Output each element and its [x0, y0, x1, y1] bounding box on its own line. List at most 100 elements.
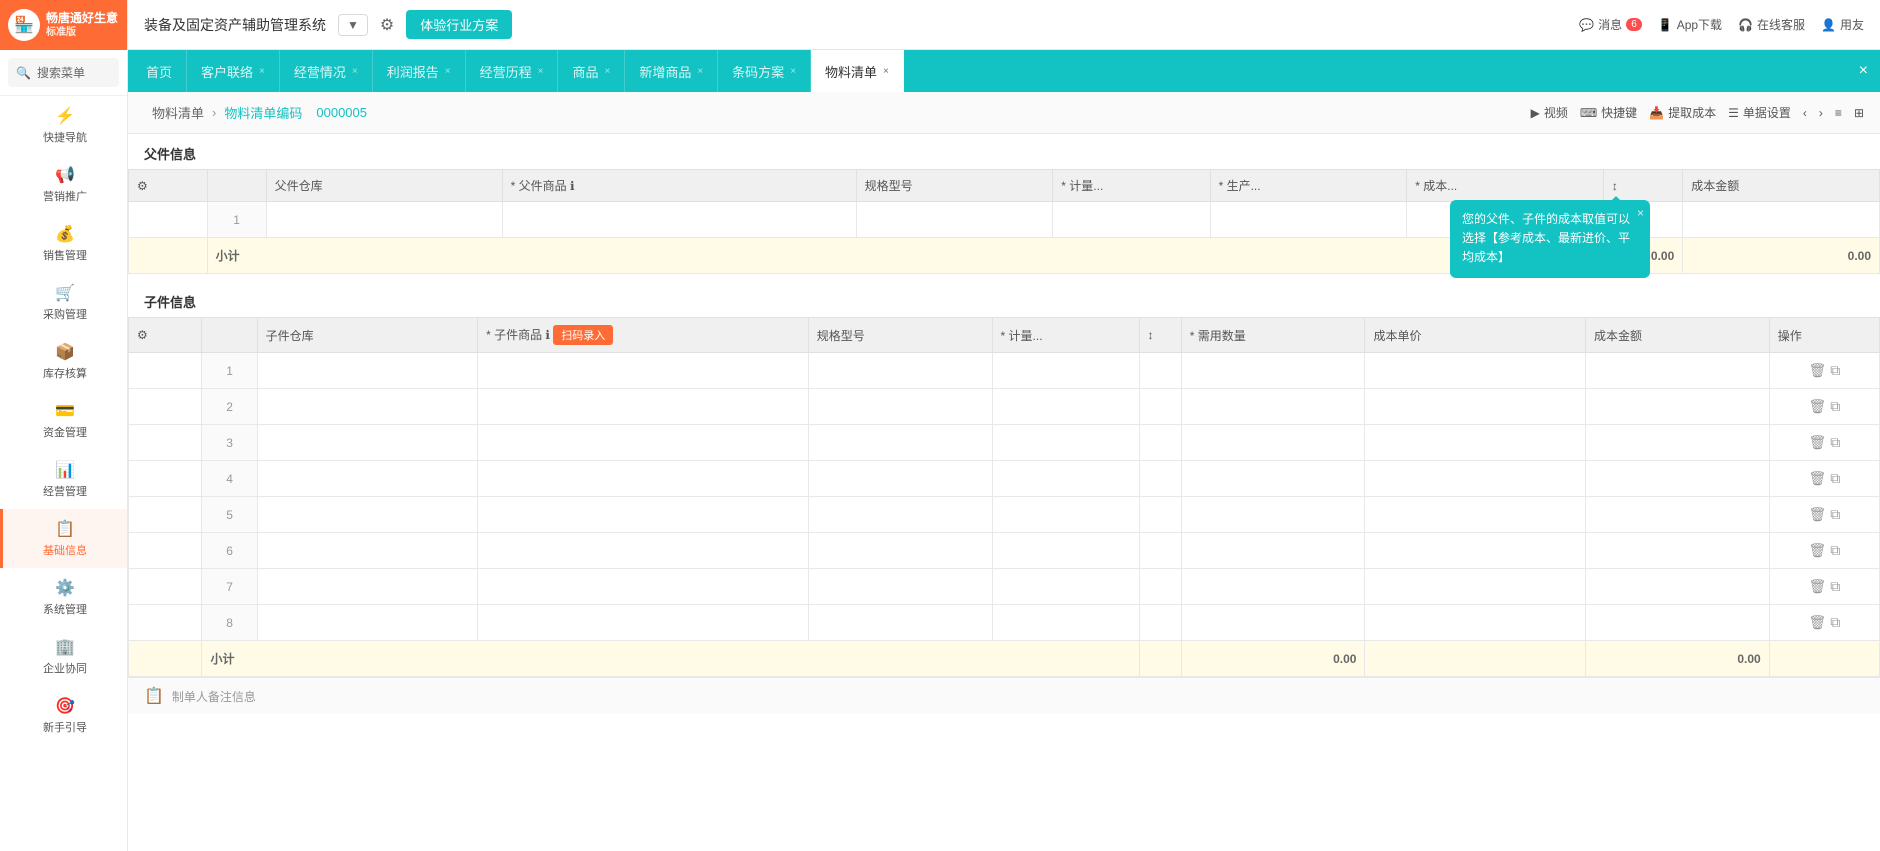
child-row-unit-6[interactable]: [992, 533, 1139, 569]
sidebar-item-inventory[interactable]: 📦库存核算: [0, 332, 127, 391]
child-row-unit-4[interactable]: [992, 461, 1139, 497]
sidebar-item-sales[interactable]: 💰销售管理: [0, 214, 127, 273]
delete-icon-8[interactable]: 🗑: [1808, 614, 1826, 631]
delete-icon-1[interactable]: 🗑: [1808, 362, 1826, 379]
copy-icon-7[interactable]: ⧉: [1830, 578, 1840, 595]
trial-button[interactable]: 体验行业方案: [406, 10, 512, 39]
nav-tab-profit[interactable]: 利润报告×: [373, 50, 466, 92]
copy-icon-6[interactable]: ⧉: [1830, 542, 1840, 559]
nav-tab-customer[interactable]: 客户联络×: [187, 50, 280, 92]
sidebar-search[interactable]: 🔍 搜索菜单: [0, 50, 127, 96]
parent-row-product[interactable]: [502, 202, 856, 238]
child-row-warehouse-1[interactable]: [257, 353, 477, 389]
child-row-qty-4[interactable]: [1181, 461, 1365, 497]
parent-row-produce[interactable]: [1210, 202, 1407, 238]
child-row-qty-6[interactable]: [1181, 533, 1365, 569]
delete-icon-5[interactable]: 🗑: [1808, 506, 1826, 523]
close-tab-customer[interactable]: ×: [259, 66, 265, 77]
delete-icon-3[interactable]: 🗑: [1808, 434, 1826, 451]
child-row-spec-3[interactable]: [808, 425, 992, 461]
child-row-unitcost-4[interactable]: [1365, 461, 1585, 497]
sidebar-item-finance[interactable]: 💳资金管理: [0, 391, 127, 450]
child-row-qty-3[interactable]: [1181, 425, 1365, 461]
nav-tab-bom[interactable]: 物料清单×: [811, 50, 904, 92]
nav-tab-operations[interactable]: 经营情况×: [280, 50, 373, 92]
child-row-spec-8[interactable]: [808, 605, 992, 641]
child-row-unit-3[interactable]: [992, 425, 1139, 461]
breadcrumb-bom-code[interactable]: 物料清单编码: [216, 100, 310, 125]
bottom-label[interactable]: 制单人备注信息: [172, 688, 256, 705]
child-row-product-5[interactable]: [478, 497, 809, 533]
delete-icon-7[interactable]: 🗑: [1808, 578, 1826, 595]
child-row-unitcost-1[interactable]: [1365, 353, 1585, 389]
child-row-product-2[interactable]: [478, 389, 809, 425]
menu-button[interactable]: ≡: [1835, 106, 1842, 120]
close-tab-operations[interactable]: ×: [352, 66, 358, 77]
sidebar-item-marketing[interactable]: 📢营销推广: [0, 155, 127, 214]
parent-row-warehouse[interactable]: [266, 202, 502, 238]
child-row-warehouse-8[interactable]: [257, 605, 477, 641]
shortcut-button[interactable]: ⌨ 快捷键: [1580, 104, 1637, 121]
nav-next-button[interactable]: ›: [1819, 106, 1823, 120]
nav-tab-history[interactable]: 经营历程×: [466, 50, 559, 92]
sidebar-item-system[interactable]: ⚙️系统管理: [0, 568, 127, 627]
child-row-unit-7[interactable]: [992, 569, 1139, 605]
single-setup-button[interactable]: ☰ 单据设置: [1728, 104, 1791, 121]
close-tab-history[interactable]: ×: [538, 66, 544, 77]
search-menu-button[interactable]: 🔍 搜索菜单: [8, 58, 119, 87]
child-row-spec-7[interactable]: [808, 569, 992, 605]
copy-icon-8[interactable]: ⧉: [1830, 614, 1840, 631]
child-row-qty-5[interactable]: [1181, 497, 1365, 533]
sidebar-item-enterprise[interactable]: 🏢企业协同: [0, 627, 127, 686]
close-tab-bom[interactable]: ×: [883, 66, 889, 77]
child-row-unitcost-7[interactable]: [1365, 569, 1585, 605]
close-tab-profit[interactable]: ×: [445, 66, 451, 77]
nav-tab-home[interactable]: 首页: [132, 50, 187, 92]
parent-row-unit[interactable]: [1053, 202, 1210, 238]
nav-prev-button[interactable]: ‹: [1803, 106, 1807, 120]
nav-tab-barcode[interactable]: 条码方案×: [718, 50, 811, 92]
child-row-unitcost-5[interactable]: [1365, 497, 1585, 533]
child-row-qty-8[interactable]: [1181, 605, 1365, 641]
child-row-unit-5[interactable]: [992, 497, 1139, 533]
child-row-unitcost-3[interactable]: [1365, 425, 1585, 461]
sidebar-item-quick-nav[interactable]: ⚡快捷导航: [0, 96, 127, 155]
sidebar-item-guide[interactable]: 🎯新手引导: [0, 686, 127, 745]
child-row-warehouse-4[interactable]: [257, 461, 477, 497]
child-row-qty-2[interactable]: [1181, 389, 1365, 425]
child-row-product-7[interactable]: [478, 569, 809, 605]
copy-icon-2[interactable]: ⧉: [1830, 398, 1840, 415]
child-row-spec-5[interactable]: [808, 497, 992, 533]
copy-icon-4[interactable]: ⧉: [1830, 470, 1840, 487]
child-row-product-6[interactable]: [478, 533, 809, 569]
child-row-spec-1[interactable]: [808, 353, 992, 389]
copy-icon-5[interactable]: ⧉: [1830, 506, 1840, 523]
child-row-unitcost-8[interactable]: [1365, 605, 1585, 641]
child-row-warehouse-5[interactable]: [257, 497, 477, 533]
online-service-action[interactable]: 🎧 在线客服: [1738, 16, 1805, 33]
parent-row-spec[interactable]: [856, 202, 1053, 238]
child-row-unit-8[interactable]: [992, 605, 1139, 641]
system-dropdown-button[interactable]: ▼: [338, 14, 368, 36]
child-row-qty-1[interactable]: [1181, 353, 1365, 389]
child-row-unitcost-2[interactable]: [1365, 389, 1585, 425]
child-row-qty-7[interactable]: [1181, 569, 1365, 605]
child-row-unit-1[interactable]: [992, 353, 1139, 389]
user-action[interactable]: 👤 用友: [1821, 16, 1864, 33]
tooltip-close-button[interactable]: ×: [1637, 204, 1644, 223]
child-row-product-1[interactable]: [478, 353, 809, 389]
close-tab-barcode[interactable]: ×: [790, 66, 796, 77]
child-row-warehouse-3[interactable]: [257, 425, 477, 461]
child-row-product-3[interactable]: [478, 425, 809, 461]
sidebar-item-purchase[interactable]: 🛒采购管理: [0, 273, 127, 332]
close-all-tabs-button[interactable]: ×: [1851, 62, 1876, 80]
sidebar-item-operations[interactable]: 📊经营管理: [0, 450, 127, 509]
nav-tab-new-goods[interactable]: 新增商品×: [625, 50, 718, 92]
settings-button[interactable]: ⚙: [380, 15, 394, 35]
child-row-unit-2[interactable]: [992, 389, 1139, 425]
extract-cost-button[interactable]: 📥 提取成本: [1649, 104, 1716, 121]
child-row-warehouse-6[interactable]: [257, 533, 477, 569]
child-row-spec-6[interactable]: [808, 533, 992, 569]
nav-tab-goods[interactable]: 商品×: [558, 50, 625, 92]
copy-icon-3[interactable]: ⧉: [1830, 434, 1840, 451]
